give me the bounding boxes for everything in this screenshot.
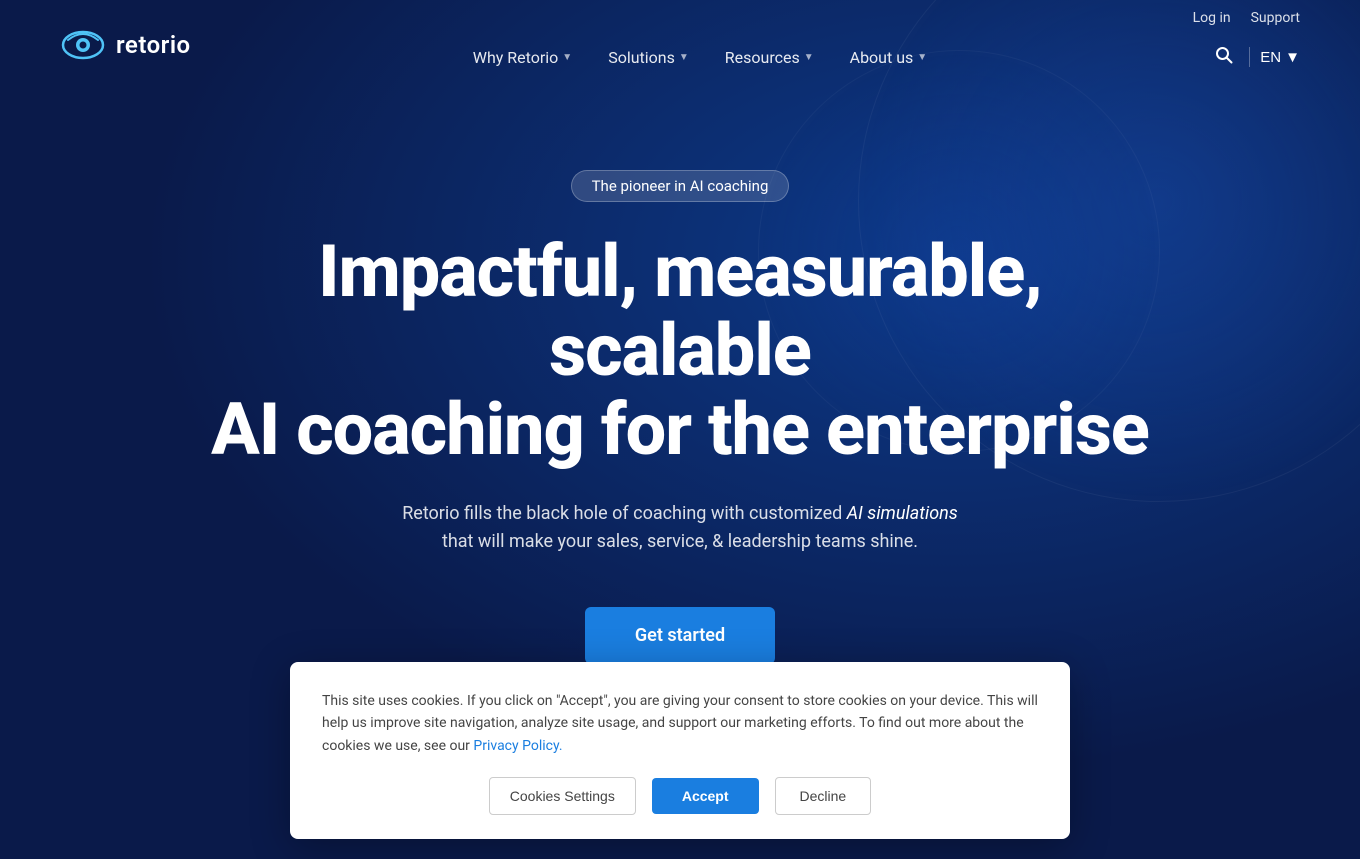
hero-section: The pioneer in AI coaching Impactful, me… (0, 90, 1360, 724)
decline-button[interactable]: Decline (775, 777, 872, 815)
hero-subtitle: Retorio fills the black hole of coaching… (380, 500, 980, 558)
accept-button[interactable]: Accept (652, 778, 759, 814)
cookie-text: This site uses cookies. If you click on … (322, 690, 1038, 757)
logo-text: retorio (116, 31, 191, 59)
cookies-settings-button[interactable]: Cookies Settings (489, 777, 636, 815)
logo[interactable]: retorio (60, 22, 191, 68)
nav-divider (1249, 47, 1250, 67)
cookie-banner: This site uses cookies. If you click on … (290, 662, 1070, 839)
search-icon (1215, 46, 1233, 64)
hero-title: Impactful, measurable, scalable AI coach… (180, 232, 1180, 470)
chevron-down-icon: ▼ (804, 52, 814, 63)
nav-item-about-us[interactable]: About us ▼ (836, 40, 942, 75)
chevron-down-icon: ▼ (1285, 49, 1300, 66)
navbar: retorio Why Retorio ▼ Solutions ▼ Resour… (0, 0, 1360, 90)
nav-item-solutions[interactable]: Solutions ▼ (594, 40, 703, 75)
search-button[interactable] (1209, 40, 1239, 75)
nav-right: EN ▼ (1209, 40, 1300, 75)
hero-badge: The pioneer in AI coaching (571, 170, 790, 202)
chevron-down-icon: ▼ (562, 52, 572, 63)
privacy-policy-link[interactable]: Privacy Policy. (473, 738, 562, 754)
get-started-button[interactable]: Get started (585, 607, 775, 664)
nav-links: Why Retorio ▼ Solutions ▼ Resources ▼ Ab… (459, 40, 941, 75)
nav-item-why-retorio[interactable]: Why Retorio ▼ (459, 40, 586, 75)
nav-item-resources[interactable]: Resources ▼ (711, 40, 828, 75)
language-button[interactable]: EN ▼ (1260, 49, 1300, 66)
cookie-actions: Cookies Settings Accept Decline (322, 777, 1038, 815)
chevron-down-icon: ▼ (679, 52, 689, 63)
logo-svg-icon (60, 22, 106, 68)
chevron-down-icon: ▼ (917, 52, 927, 63)
